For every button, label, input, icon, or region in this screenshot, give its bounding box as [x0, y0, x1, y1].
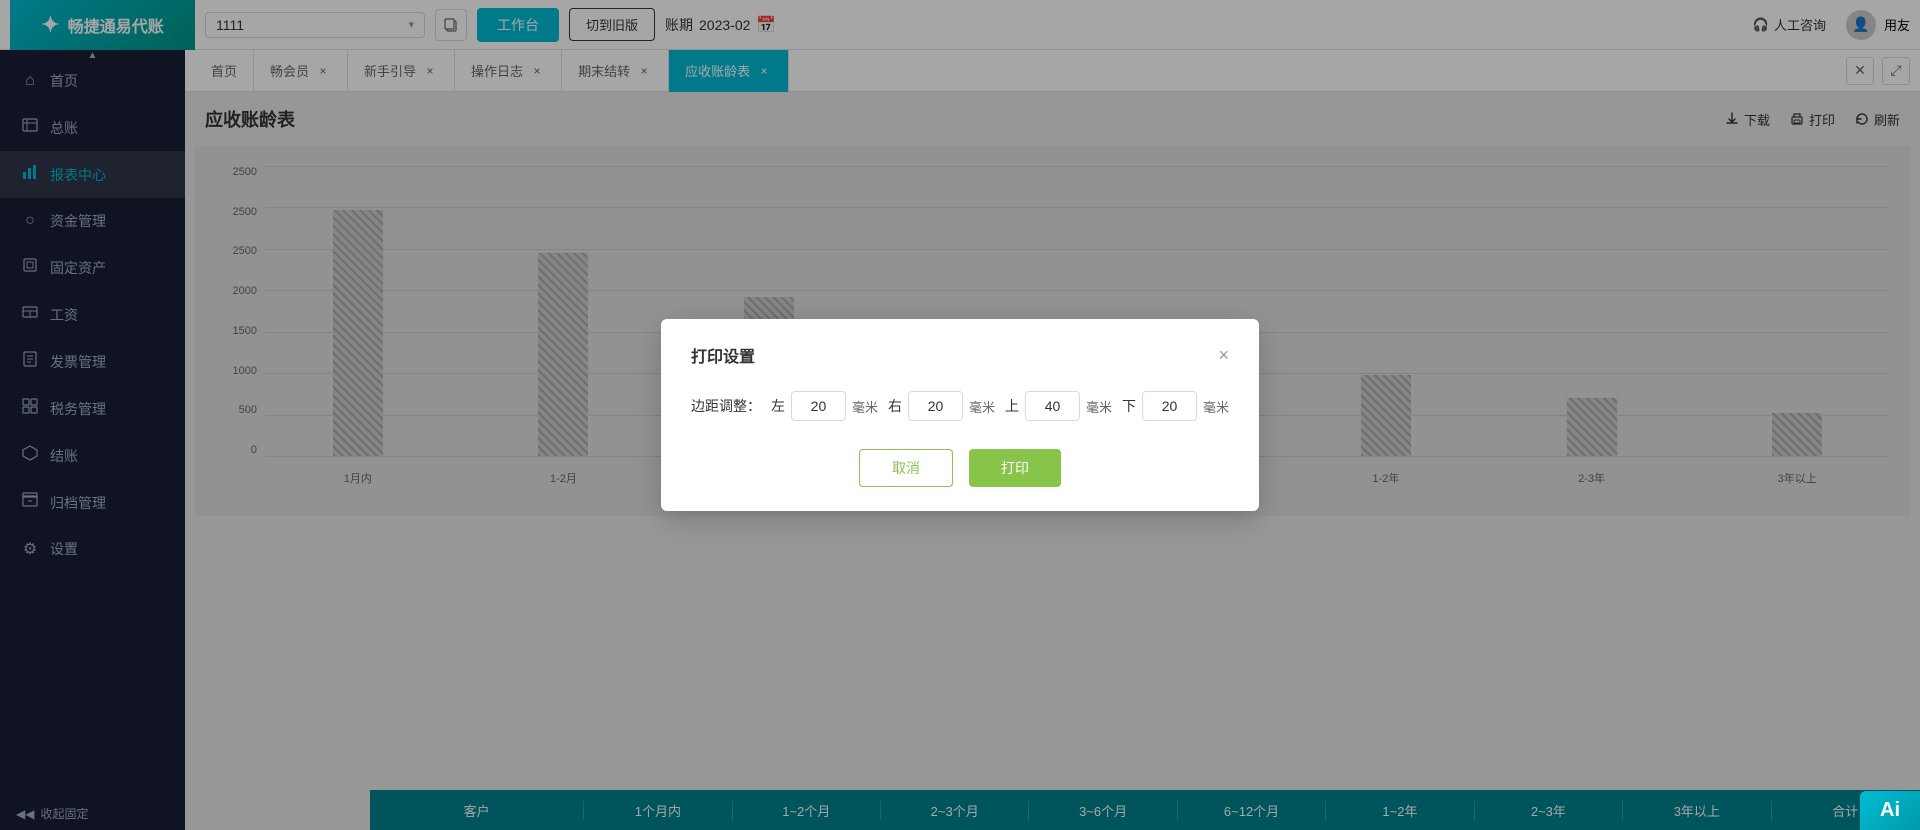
- margin-bottom-unit: 毫米: [1203, 397, 1229, 416]
- margin-top-group: 上 毫米: [1005, 391, 1112, 421]
- modal-close-button[interactable]: ×: [1219, 345, 1230, 366]
- margin-right-input[interactable]: [908, 391, 963, 421]
- ai-badge-label: Ai: [1880, 799, 1900, 821]
- cancel-button[interactable]: 取消: [859, 449, 953, 487]
- margin-right-label: 右: [888, 396, 902, 416]
- modal-overlay: 打印设置 × 边距调整： 左 毫米 右 毫米 上 毫米 下: [0, 0, 1920, 830]
- margin-bottom-label: 下: [1122, 396, 1136, 416]
- margin-bottom-input[interactable]: [1142, 391, 1197, 421]
- margin-left-group: 左 毫米: [771, 391, 878, 421]
- margin-top-label: 上: [1005, 396, 1019, 416]
- modal-footer: 取消 打印: [691, 449, 1229, 487]
- confirm-print-button[interactable]: 打印: [969, 449, 1061, 487]
- modal-body: 边距调整： 左 毫米 右 毫米 上 毫米 下 毫米: [691, 391, 1229, 421]
- margin-bottom-group: 下 毫米: [1122, 391, 1229, 421]
- margin-label: 边距调整：: [691, 396, 761, 416]
- print-settings-modal: 打印设置 × 边距调整： 左 毫米 右 毫米 上 毫米 下: [661, 319, 1259, 511]
- margin-right-unit: 毫米: [969, 397, 995, 416]
- ai-badge[interactable]: Ai: [1860, 791, 1920, 830]
- margin-left-unit: 毫米: [852, 397, 878, 416]
- margin-left-label: 左: [771, 396, 785, 416]
- margin-top-unit: 毫米: [1086, 397, 1112, 416]
- modal-header: 打印设置 ×: [691, 343, 1229, 367]
- margin-left-input[interactable]: [791, 391, 846, 421]
- modal-title: 打印设置: [691, 343, 755, 367]
- margin-right-group: 右 毫米: [888, 391, 995, 421]
- margin-top-input[interactable]: [1025, 391, 1080, 421]
